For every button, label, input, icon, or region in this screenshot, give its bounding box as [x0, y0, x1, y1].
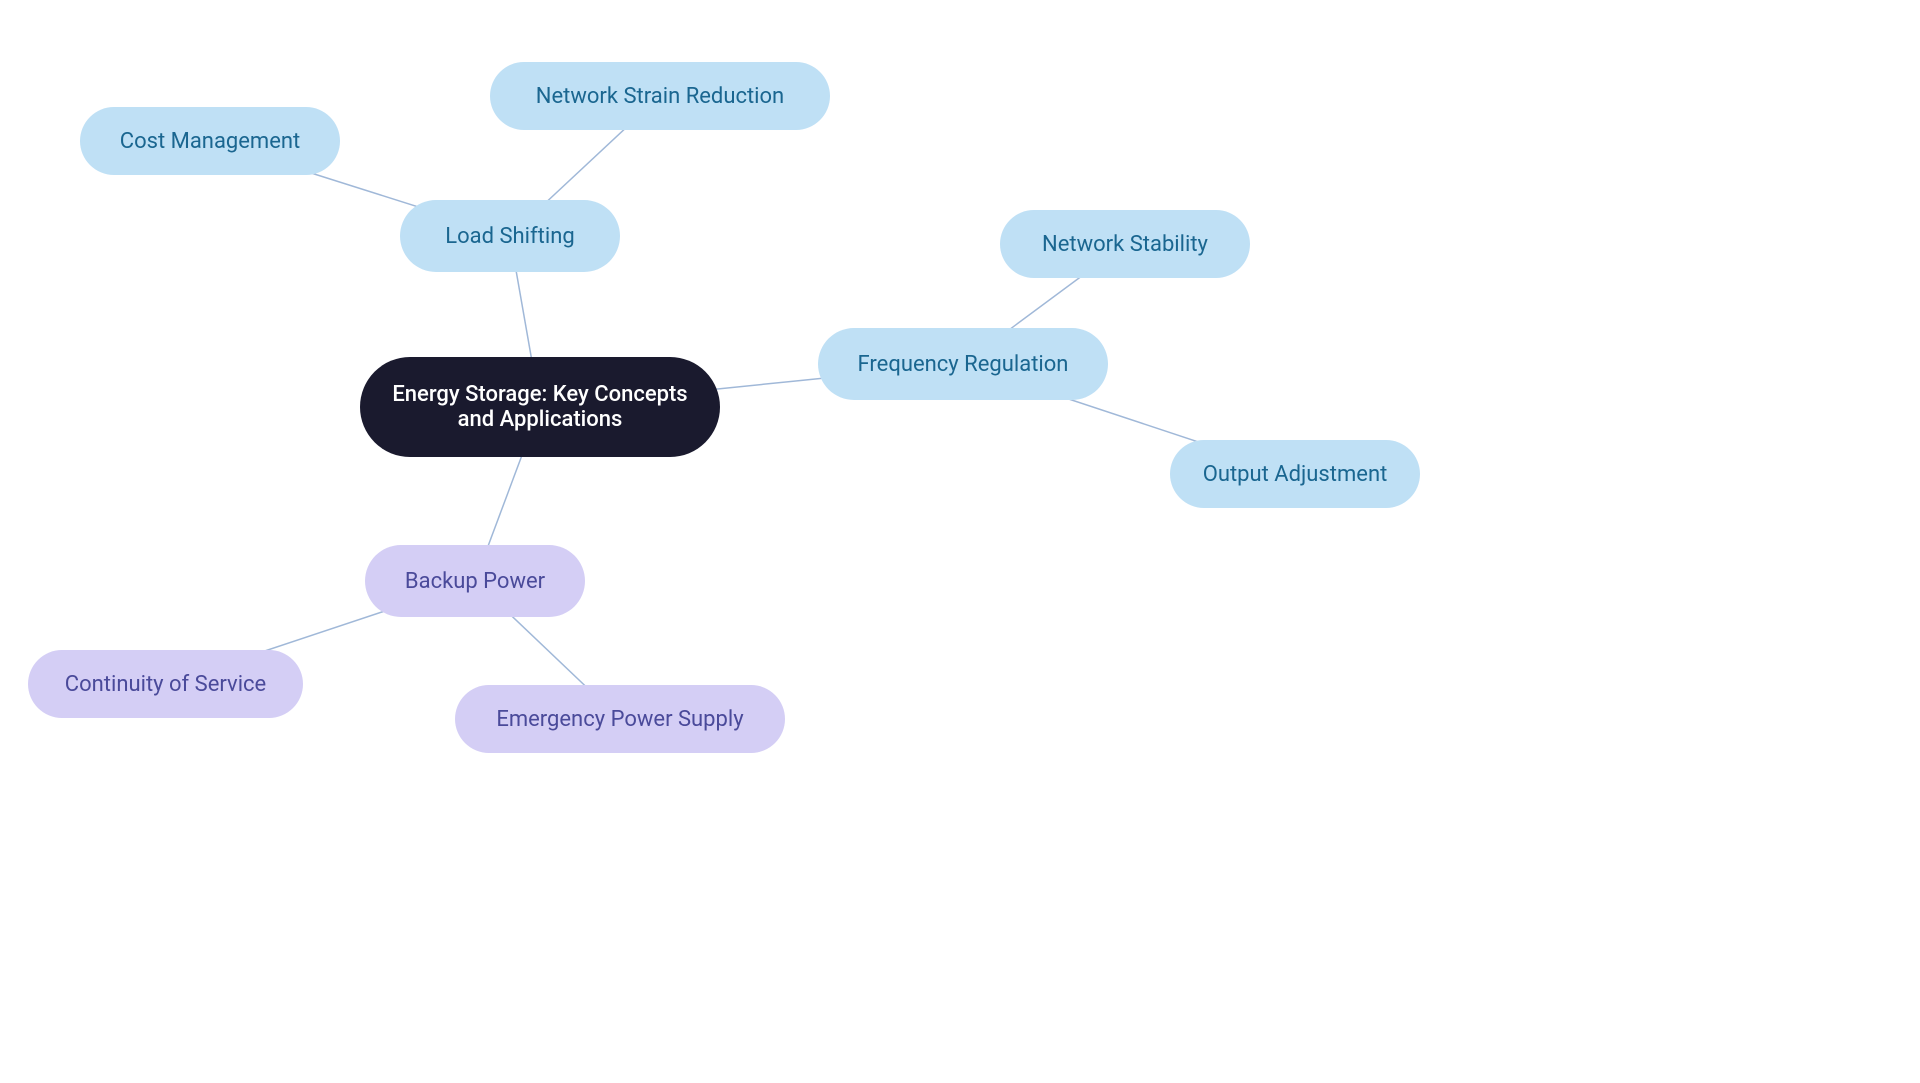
- network-stability-node: Network Stability: [1000, 210, 1250, 278]
- output-adjustment-node: Output Adjustment: [1170, 440, 1420, 508]
- backup-power-node: Backup Power: [365, 545, 585, 617]
- load-shifting-node: Load Shifting: [400, 200, 620, 272]
- central-node: Energy Storage: Key Concepts and Applica…: [360, 357, 720, 457]
- emergency-power-node: Emergency Power Supply: [455, 685, 785, 753]
- network-strain-node: Network Strain Reduction: [490, 62, 830, 130]
- frequency-regulation-node: Frequency Regulation: [818, 328, 1108, 400]
- cost-management-node: Cost Management: [80, 107, 340, 175]
- continuity-of-service-node: Continuity of Service: [28, 650, 303, 718]
